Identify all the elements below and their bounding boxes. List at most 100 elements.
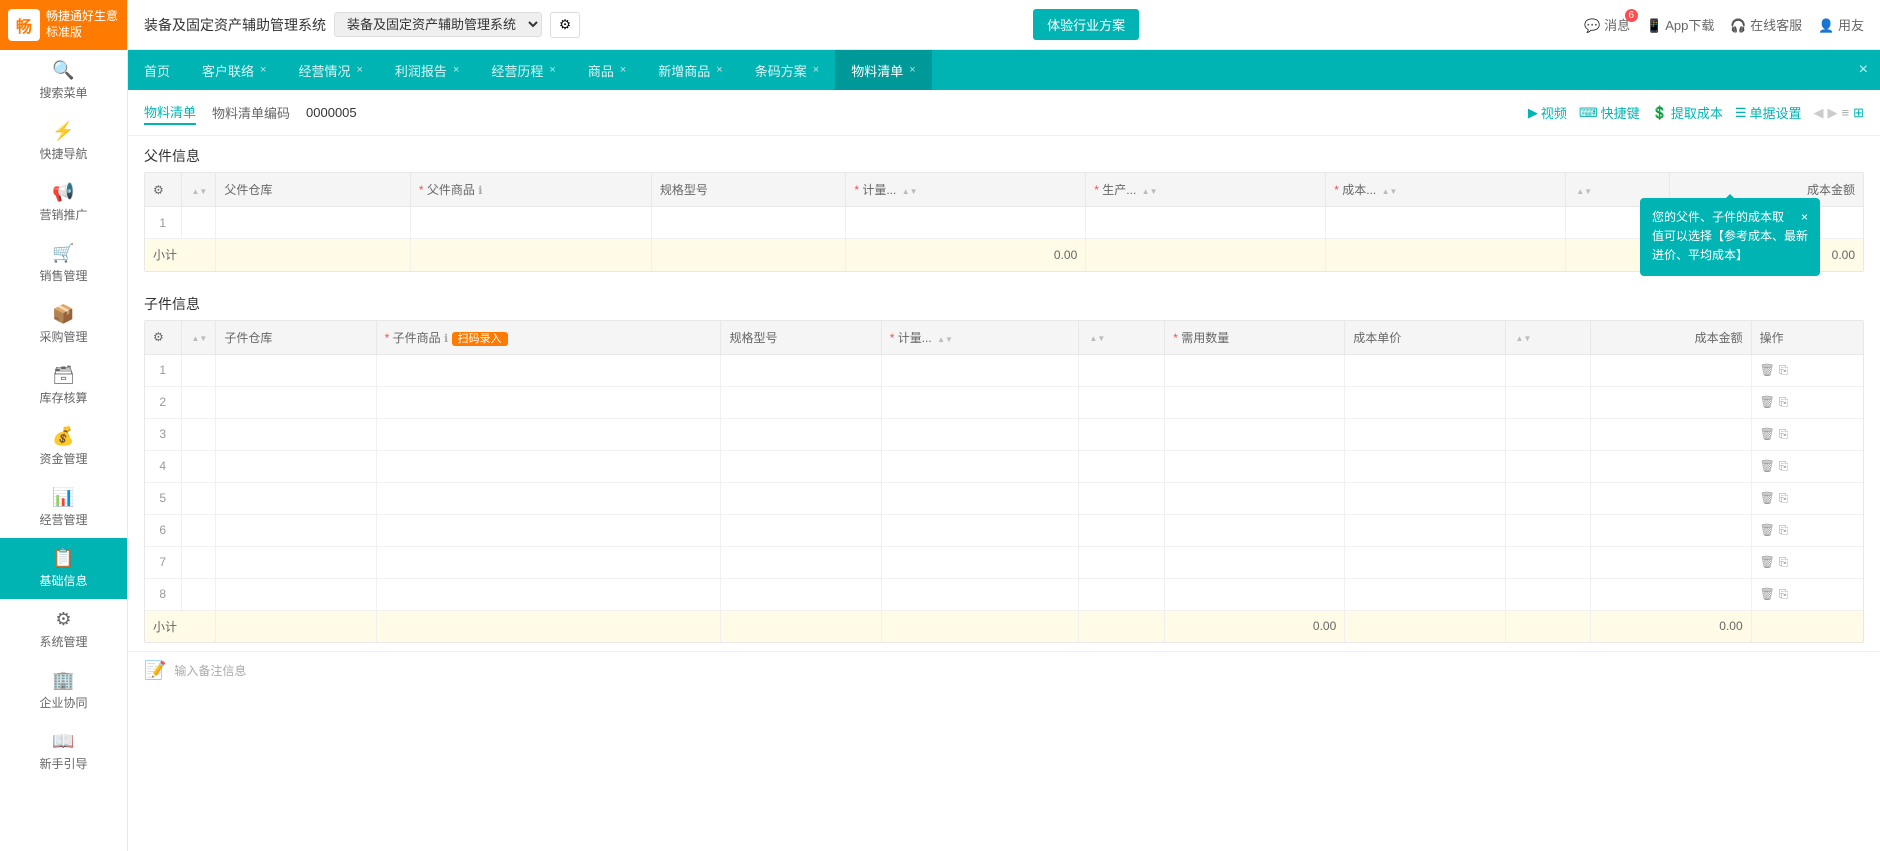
tab-profit[interactable]: 利润报告 × [379, 50, 475, 90]
sort-icon: ▲▼ [192, 188, 208, 196]
settings-button[interactable]: ⚙ [550, 12, 580, 38]
tab-biz-history-close[interactable]: × [549, 64, 555, 76]
sidebar-label-system: 系统管理 [39, 633, 87, 650]
row-warehouse-1[interactable] [216, 207, 410, 239]
sidebar-item-system[interactable]: ⚙ 系统管理 [0, 599, 127, 660]
tab-profit-label: 利润报告 [395, 61, 447, 80]
experience-btn[interactable]: 体验行业方案 [1033, 9, 1139, 40]
delete-icon[interactable]: 🗑 [1760, 395, 1775, 409]
tab-customer-label: 客户联络 [202, 61, 254, 80]
tab-operation[interactable]: 经营情况 × [282, 50, 378, 90]
delete-icon[interactable]: 🗑 [1760, 555, 1775, 569]
copy-icon[interactable]: ⎘ [1779, 555, 1789, 570]
child-settings-icon[interactable]: ⚙ [153, 330, 164, 344]
tab-barcode[interactable]: 条码方案 × [739, 50, 835, 90]
notification-area[interactable]: 💬 6 消息 [1584, 15, 1630, 34]
row-production-1[interactable] [1086, 207, 1326, 239]
copy-icon[interactable]: ⎘ [1779, 395, 1789, 410]
parent-table-header: ⚙ ▲▼ 父件仓库 * 父件商品 ℹ [145, 173, 1863, 207]
row-cost-1[interactable] [1326, 207, 1566, 239]
user-area[interactable]: 👤 用友 [1818, 15, 1864, 34]
child-table-header: ⚙ ▲▼ 子件仓库 * 子件商品 ℹ 扫码录入 [145, 321, 1863, 355]
table-row: 4 🗑⎘ [145, 450, 1863, 482]
tab-profit-close[interactable]: × [453, 64, 459, 76]
action-view[interactable]: ▶ 视频 [1528, 103, 1567, 122]
sidebar-label-operations: 经营管理 [39, 511, 87, 528]
scan-btn[interactable]: 扫码录入 [452, 332, 508, 346]
child-unit-1[interactable] [881, 354, 1079, 386]
sub-tab-bom[interactable]: 物料清单 [144, 100, 196, 125]
tab-biz-history[interactable]: 经营历程 × [475, 50, 571, 90]
app-download[interactable]: 📱 App下载 [1646, 15, 1714, 34]
tab-bom-close[interactable]: × [909, 64, 915, 76]
tab-bom[interactable]: 物料清单 × [835, 50, 931, 90]
online-service[interactable]: 🎧 在线客服 [1730, 15, 1802, 34]
prod-sort-icon: ▲▼ [1142, 188, 1158, 196]
child-th-ops: 操作 [1751, 321, 1863, 355]
tab-goods-close[interactable]: × [620, 64, 626, 76]
tab-barcode-close[interactable]: × [813, 64, 819, 76]
delete-icon[interactable]: 🗑 [1760, 427, 1775, 441]
child-qty-1[interactable] [1165, 354, 1345, 386]
tab-new-goods[interactable]: 新增商品 × [642, 50, 738, 90]
sidebar-item-sales[interactable]: 🛒 销售管理 [0, 233, 127, 294]
table-row: 1 🗑⎘ [145, 354, 1863, 386]
delete-icon[interactable]: 🗑 [1760, 523, 1775, 537]
list-icon[interactable]: ≡ [1842, 105, 1850, 121]
settings-icon[interactable]: ⚙ [153, 183, 164, 197]
action-shortcut[interactable]: ⌨ 快捷键 [1579, 103, 1640, 122]
quick-nav-icon: ⚡ [52, 121, 74, 142]
sidebar-item-enterprise[interactable]: 🏢 企业协同 [0, 660, 127, 721]
action-extract-cost[interactable]: 💲 提取成本 [1652, 103, 1723, 122]
sidebar-item-purchase[interactable]: 📦 采购管理 [0, 294, 127, 355]
copy-icon[interactable]: ⎘ [1779, 491, 1789, 506]
tab-bom-label: 物料清单 [851, 61, 903, 80]
sidebar-item-marketing[interactable]: 📢 营销推广 [0, 172, 127, 233]
copy-icon[interactable]: ⎘ [1779, 459, 1789, 474]
tab-operation-close[interactable]: × [356, 64, 362, 76]
sidebar-item-inventory[interactable]: 🗃 库存核算 [0, 355, 127, 416]
delete-icon[interactable]: 🗑 [1760, 459, 1775, 473]
child-th-sort: ▲▼ [181, 321, 216, 355]
prev-icon[interactable]: ◀ [1814, 105, 1824, 121]
action-single-setting[interactable]: ☰ 单据设置 [1735, 103, 1802, 122]
op-icons-3: 🗑⎘ [1760, 427, 1855, 442]
copy-icon[interactable]: ⎘ [1779, 363, 1789, 378]
user-icon: 👤 [1818, 18, 1834, 33]
notification-badge: 6 [1625, 9, 1639, 22]
sidebar-item-quick-nav[interactable]: ⚡ 快捷导航 [0, 111, 127, 172]
sidebar-item-operations[interactable]: 📊 经营管理 [0, 477, 127, 538]
child-warehouse-1[interactable] [216, 354, 376, 386]
sidebar-item-guide[interactable]: 📖 新手引导 [0, 721, 127, 782]
tab-customer[interactable]: 客户联络 × [186, 50, 282, 90]
delete-icon[interactable]: 🗑 [1760, 363, 1775, 377]
tooltip-close-btn[interactable]: × [1801, 208, 1808, 227]
child-goods-1[interactable] [376, 354, 721, 386]
row-goods-1[interactable] [410, 207, 651, 239]
table-row: 5 🗑⎘ [145, 482, 1863, 514]
copy-icon[interactable]: ⎘ [1779, 427, 1789, 442]
row-unit-1[interactable] [846, 207, 1086, 239]
inventory-icon: 🗃 [52, 365, 75, 386]
subtotal-spacer5 [1326, 239, 1566, 271]
tab-home[interactable]: 首页 [128, 50, 186, 90]
add-icon[interactable]: 📝 [144, 660, 166, 681]
close-all-tabs[interactable]: × [1847, 61, 1880, 79]
sidebar-item-finance[interactable]: 💰 资金管理 [0, 416, 127, 477]
next-icon[interactable]: ▶ [1828, 105, 1838, 121]
copy-icon[interactable]: ⎘ [1779, 523, 1789, 538]
app-download-label: App下载 [1665, 18, 1714, 33]
child-th-blank2: ▲▼ [1505, 321, 1591, 355]
tab-goods[interactable]: 商品 × [572, 50, 642, 90]
copy-icon[interactable]: ⎘ [1779, 587, 1789, 602]
delete-icon[interactable]: 🗑 [1760, 491, 1775, 505]
delete-icon[interactable]: 🗑 [1760, 587, 1775, 601]
sidebar-item-search[interactable]: 🔍 搜索菜单 [0, 50, 127, 111]
row-num-1: 1 [145, 207, 181, 239]
sidebar-item-basic-info[interactable]: 📋 基础信息 [0, 538, 127, 599]
grid-icon[interactable]: ⊞ [1853, 105, 1864, 121]
tab-new-goods-close[interactable]: × [716, 64, 722, 76]
system-select[interactable]: 装备及固定资产辅助管理系统 [334, 12, 542, 37]
sub-tab-bom-code[interactable]: 物料清单编码 [212, 101, 290, 124]
tab-customer-close[interactable]: × [260, 64, 266, 76]
